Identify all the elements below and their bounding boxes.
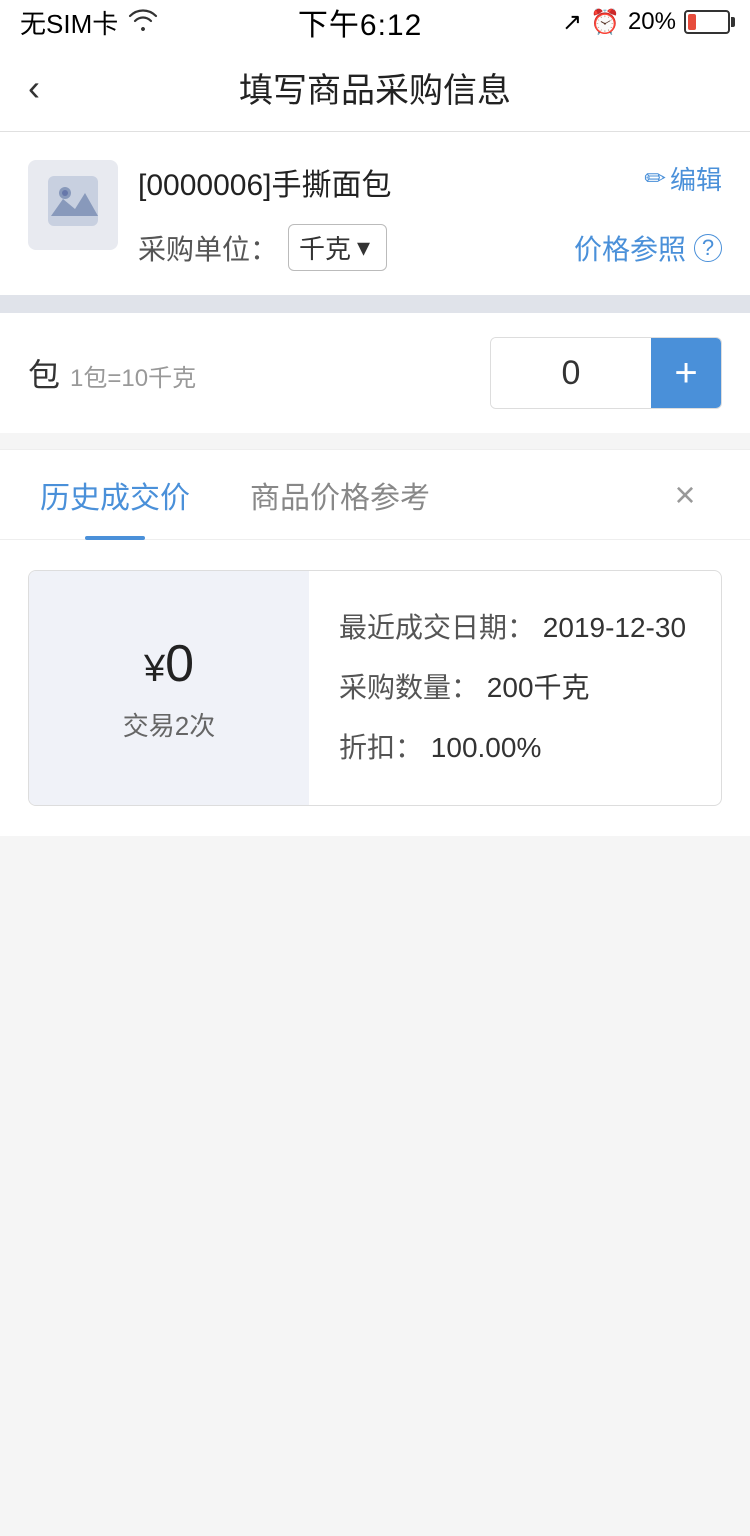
status-bar: 无SIM卡 下午6:12 ↗ ⏰ 20% [0,0,750,44]
chevron-down-icon: ▾ [357,232,370,263]
time-display: 下午6:12 [298,0,422,44]
unit-select[interactable]: 千克 ▾ [288,224,387,271]
product-name: [0000006]手撕面包 [138,160,634,204]
discount-label: 折扣： [339,732,423,763]
discount-value: 100.00% [431,732,542,763]
edit-button[interactable]: ✏ 编辑 [644,160,722,197]
quantity-input[interactable] [491,338,651,408]
quantity-label: 包 1包=10千克 [28,350,196,396]
status-left: 无SIM卡 [20,4,158,41]
purchase-qty-value: 200千克 [487,672,590,703]
quantity-plus-button[interactable]: + [651,338,721,408]
battery-icon [684,10,730,34]
wifi-icon [128,7,158,38]
tabs-section: 历史成交价 商品价格参考 × ¥0 交易2次 最近成交日期： 2019-12-3… [0,449,750,836]
tabs-list: 历史成交价 商品价格参考 [40,450,660,540]
help-icon: ? [694,234,722,262]
qty-unit-label: 包 [28,350,60,396]
product-thumb-icon [43,171,103,240]
tabs-close-button[interactable]: × [660,470,710,520]
nav-bar: ‹ 填写商品采购信息 [0,44,750,132]
unit-left: 采购单位： 千克 ▾ [138,224,387,271]
back-button[interactable]: ‹ [28,67,40,109]
qty-hint-label: 1包=10千克 [70,358,196,393]
purchase-qty-label: 采购数量： [339,672,479,703]
price-ref-label: 价格参照 [574,228,686,268]
main-content-bg [0,836,750,1536]
purchase-qty-row: 采购数量： 200千克 [339,667,691,709]
recent-date-value: 2019-12-30 [543,612,686,643]
discount-row: 折扣： 100.00% [339,727,691,769]
price-left: ¥0 交易2次 [29,571,309,805]
trade-count: 交易2次 [123,706,215,743]
battery-percent: 20% [628,8,676,36]
product-info: [0000006]手撕面包 ✏ 编辑 采购单位： 千克 ▾ 价格参照 ? [138,160,722,271]
price-right: 最近成交日期： 2019-12-30 采购数量： 200千克 折扣： 100.0… [309,571,721,805]
separator [0,295,750,313]
recent-date-label: 最近成交日期： [339,612,535,643]
price-card-wrapper: ¥0 交易2次 最近成交日期： 2019-12-30 采购数量： 200千克 折… [0,540,750,836]
quantity-section: 包 1包=10千克 + [0,313,750,433]
unit-label: 采购单位： [138,228,278,268]
edit-icon: ✏ [644,163,666,194]
price-amount: ¥0 [144,634,194,694]
tab-history-price[interactable]: 历史成交价 [40,450,190,540]
edit-label: 编辑 [670,160,722,197]
recent-date-row: 最近成交日期： 2019-12-30 [339,607,691,649]
tab-price-ref[interactable]: 商品价格参考 [250,450,430,540]
currency-symbol: ¥ [144,648,165,690]
product-unit-row: 采购单位： 千克 ▾ 价格参照 ? [138,224,722,271]
location-icon: ↗ [562,8,582,37]
price-ref-button[interactable]: 价格参照 ? [574,228,722,268]
tabs-header: 历史成交价 商品价格参考 × [0,450,750,540]
carrier-text: 无SIM卡 [20,4,118,41]
quantity-control: + [490,337,722,409]
product-thumbnail [28,160,118,250]
page-title: 填写商品采购信息 [239,63,511,112]
status-right: ↗ ⏰ 20% [562,8,730,37]
unit-value: 千克 [299,229,351,266]
price-card: ¥0 交易2次 最近成交日期： 2019-12-30 采购数量： 200千克 折… [28,570,722,806]
product-card: [0000006]手撕面包 ✏ 编辑 采购单位： 千克 ▾ 价格参照 ? [0,132,750,295]
alarm-icon: ⏰ [590,8,620,37]
product-header: [0000006]手撕面包 ✏ 编辑 [138,160,722,204]
